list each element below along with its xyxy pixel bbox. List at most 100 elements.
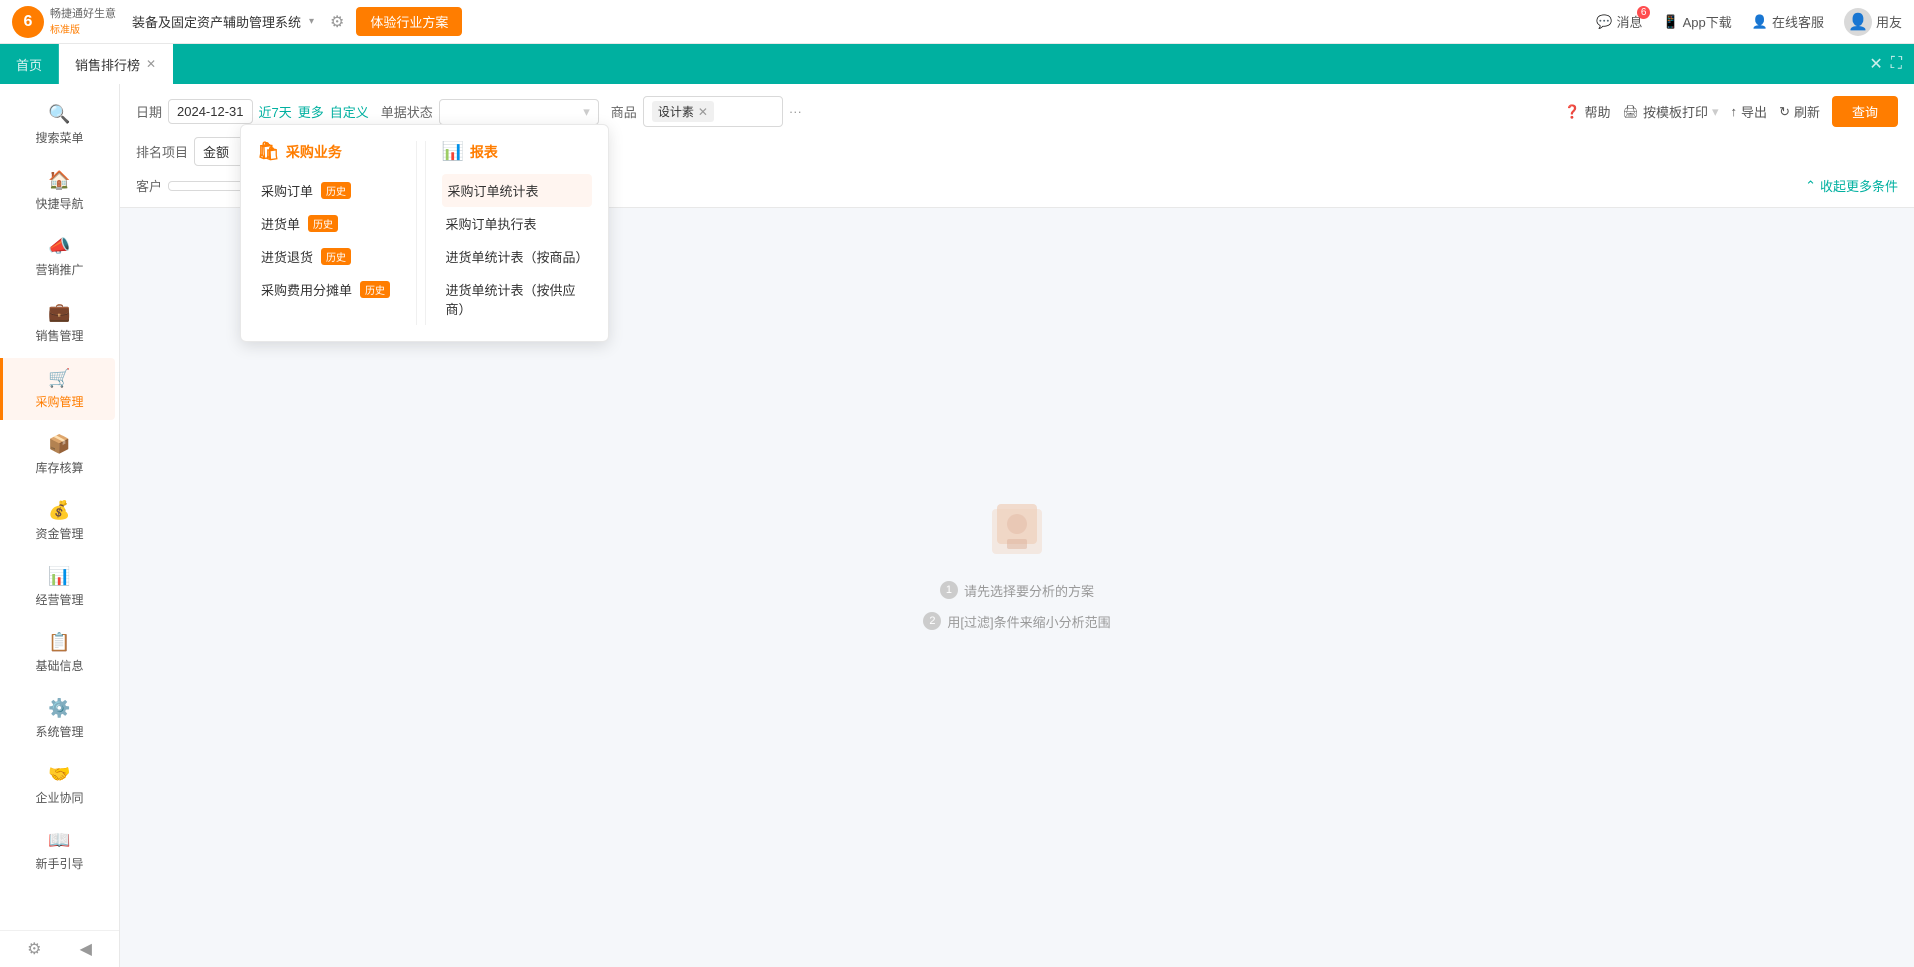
- menu-item-order-stats[interactable]: 采购订单统计表: [442, 174, 593, 207]
- date-range-input[interactable]: 2024-12-31: [168, 99, 253, 124]
- sidebar-item-enterprise[interactable]: 🤝 企业协同: [4, 754, 115, 816]
- purchase-section-icon: 🛍: [257, 141, 280, 162]
- tab-sales-rank[interactable]: 销售排行榜 ✕: [59, 44, 173, 84]
- empty-illustration: [977, 489, 1057, 569]
- empty-tip-2-text: 用[过滤]条件来缩小分析范围: [947, 612, 1110, 631]
- sidebar-item-operation[interactable]: 📊 经营管理: [4, 556, 115, 618]
- menu-item-purchase-expense-label: 采购费用分摊单: [261, 280, 352, 299]
- home-icon: 🏠: [48, 170, 70, 191]
- enterprise-icon: 🤝: [48, 764, 70, 785]
- doc-status-group: 单据状态 ▾: [381, 99, 599, 125]
- avatar: 👤: [1844, 8, 1872, 36]
- menu-item-order-exec[interactable]: 采购订单执行表: [442, 207, 593, 240]
- basic-icon: 📋: [48, 632, 70, 653]
- sidebar-item-marketing[interactable]: 📣 营销推广: [4, 226, 115, 288]
- online-service-action[interactable]: 👤 在线客服: [1752, 12, 1824, 31]
- menu-item-supplier-stats[interactable]: 进货单统计表（按供应商）: [442, 273, 593, 325]
- sidebar-item-search[interactable]: 🔍 搜索菜单: [4, 94, 115, 156]
- system-title-arrow[interactable]: ▾: [309, 16, 314, 27]
- export-button[interactable]: ↑ 导出: [1731, 102, 1768, 121]
- user-action[interactable]: 👤 用友: [1844, 8, 1902, 36]
- help-icon: ❓: [1564, 104, 1580, 120]
- menu-divider: [416, 141, 417, 325]
- print-button[interactable]: 🖨 按模板打印 ▾: [1622, 102, 1718, 121]
- help-button[interactable]: ❓ 帮助: [1564, 102, 1610, 121]
- menu-item-goods-stats[interactable]: 进货单统计表（按商品）: [442, 240, 593, 273]
- menu-item-purchase-receipt-label: 进货单: [261, 214, 300, 233]
- collapse-section: ⌃ 收起更多条件: [1805, 176, 1898, 195]
- sidebar-item-inventory[interactable]: 📦 库存核算: [4, 424, 115, 486]
- rank-label: 排名项目: [136, 142, 188, 161]
- sidebar-item-system[interactable]: ⚙️ 系统管理: [4, 688, 115, 750]
- empty-tip-1: 1 请先选择要分析的方案: [940, 581, 1094, 600]
- query-button[interactable]: 查询: [1832, 96, 1898, 127]
- app-download-action[interactable]: 📱 App下载: [1662, 12, 1731, 31]
- menu-item-purchase-order[interactable]: 采购订单 历史: [257, 174, 408, 207]
- tab-sales-rank-label: 销售排行榜: [75, 55, 140, 74]
- settings-icon[interactable]: ⚙: [330, 12, 344, 32]
- marketing-icon: 📣: [48, 236, 70, 257]
- service-icon: 👤: [1752, 14, 1768, 30]
- message-action[interactable]: 💬 消息 6: [1596, 12, 1642, 31]
- sidebar-item-quick-nav-label: 快捷导航: [35, 195, 83, 212]
- industry-button[interactable]: 体验行业方案: [356, 7, 462, 36]
- filter-toolbar-row: 日期 2024-12-31 近7天 更多 自定义 单据状态 ▾: [136, 96, 1898, 127]
- help-label: 帮助: [1584, 102, 1610, 121]
- user-label: 用友: [1876, 12, 1902, 31]
- refresh-label: 刷新: [1794, 102, 1820, 121]
- message-badge: 6: [1637, 6, 1651, 19]
- history-badge-3: 历史: [360, 281, 390, 298]
- logo-area: 6 畅捷通好生意 标准版: [12, 6, 132, 38]
- header-right: 💬 消息 6 📱 App下载 👤 在线客服 👤 用友: [1596, 8, 1902, 36]
- menu-item-purchase-receipt[interactable]: 进货单 历史: [257, 207, 408, 240]
- sidebar-item-sales[interactable]: 💼 销售管理: [4, 292, 115, 354]
- sidebar-item-operation-label: 经营管理: [35, 591, 83, 608]
- goods-input[interactable]: 设计素 ✕: [643, 96, 783, 127]
- menu-item-purchase-expense[interactable]: 采购费用分摊单 历史: [257, 273, 408, 306]
- quick-date-custom[interactable]: 自定义: [330, 102, 369, 121]
- service-label: 在线客服: [1772, 12, 1824, 31]
- goods-tag-value: 设计素: [658, 103, 694, 120]
- sidebar-item-guide-label: 新手引导: [35, 855, 83, 872]
- tab-close-icon[interactable]: ✕: [146, 57, 156, 71]
- message-icon: 💬: [1596, 14, 1612, 30]
- quick-date-more[interactable]: 更多: [298, 102, 324, 121]
- history-badge-1: 历史: [308, 215, 338, 232]
- main-layout: 🔍 搜索菜单 🏠 快捷导航 📣 营销推广 💼 销售管理 🛒 采购管理 📦 库存核…: [0, 84, 1914, 967]
- history-badge-0: 历史: [321, 182, 351, 199]
- sidebar-settings-button[interactable]: ⚙: [27, 939, 41, 959]
- goods-tag-remove[interactable]: ✕: [698, 105, 708, 119]
- operation-icon: 📊: [48, 566, 70, 587]
- sidebar-item-quick-nav[interactable]: 🏠 快捷导航: [4, 160, 115, 222]
- sidebar-item-purchase[interactable]: 🛒 采购管理: [0, 358, 115, 420]
- sidebar-item-capital[interactable]: 💰 资金管理: [4, 490, 115, 552]
- top-header: 6 畅捷通好生意 标准版 装备及固定资产辅助管理系统 ▾ ⚙ 体验行业方案 💬 …: [0, 0, 1914, 44]
- refresh-button[interactable]: ↻ 刷新: [1779, 102, 1820, 121]
- tab-maximize-icon[interactable]: ⛶: [1891, 55, 1902, 73]
- print-icon: 🖨: [1622, 104, 1639, 120]
- step-num-1: 1: [940, 581, 958, 599]
- tab-controls: ✕ ⛶: [1857, 44, 1914, 84]
- collapse-button[interactable]: ⌃ 收起更多条件: [1805, 176, 1898, 195]
- quick-date-7days[interactable]: 近7天: [259, 102, 292, 121]
- tab-bar: 首页 销售排行榜 ✕ ✕ ⛶: [0, 44, 1914, 84]
- menu-item-purchase-return[interactable]: 进货退货 历史: [257, 240, 408, 273]
- sidebar-item-guide[interactable]: 📖 新手引导: [4, 820, 115, 882]
- print-label: 按模板打印: [1643, 102, 1708, 121]
- tab-home[interactable]: 首页: [0, 44, 59, 84]
- doc-status-input[interactable]: ▾: [439, 99, 599, 125]
- logo-tag: 标准版: [50, 21, 116, 36]
- menu-item-goods-stats-label: 进货单统计表（按商品）: [446, 247, 589, 266]
- tab-home-label: 首页: [16, 55, 42, 74]
- goods-more-btn[interactable]: ···: [789, 104, 802, 119]
- empty-tip-2: 2 用[过滤]条件来缩小分析范围: [923, 612, 1110, 631]
- reports-section-icon: 📊: [442, 141, 464, 162]
- sidebar-collapse-button[interactable]: ◀: [80, 939, 92, 959]
- tab-close-window-icon[interactable]: ✕: [1869, 54, 1882, 74]
- sidebar-item-system-label: 系统管理: [35, 723, 83, 740]
- sidebar-item-basic[interactable]: 📋 基础信息: [4, 622, 115, 684]
- menu-item-supplier-stats-label: 进货单统计表（按供应商）: [446, 280, 589, 318]
- app-label: App下载: [1683, 12, 1732, 31]
- date-filter-group: 日期 2024-12-31 近7天 更多 自定义: [136, 99, 369, 124]
- system-icon: ⚙️: [48, 698, 70, 719]
